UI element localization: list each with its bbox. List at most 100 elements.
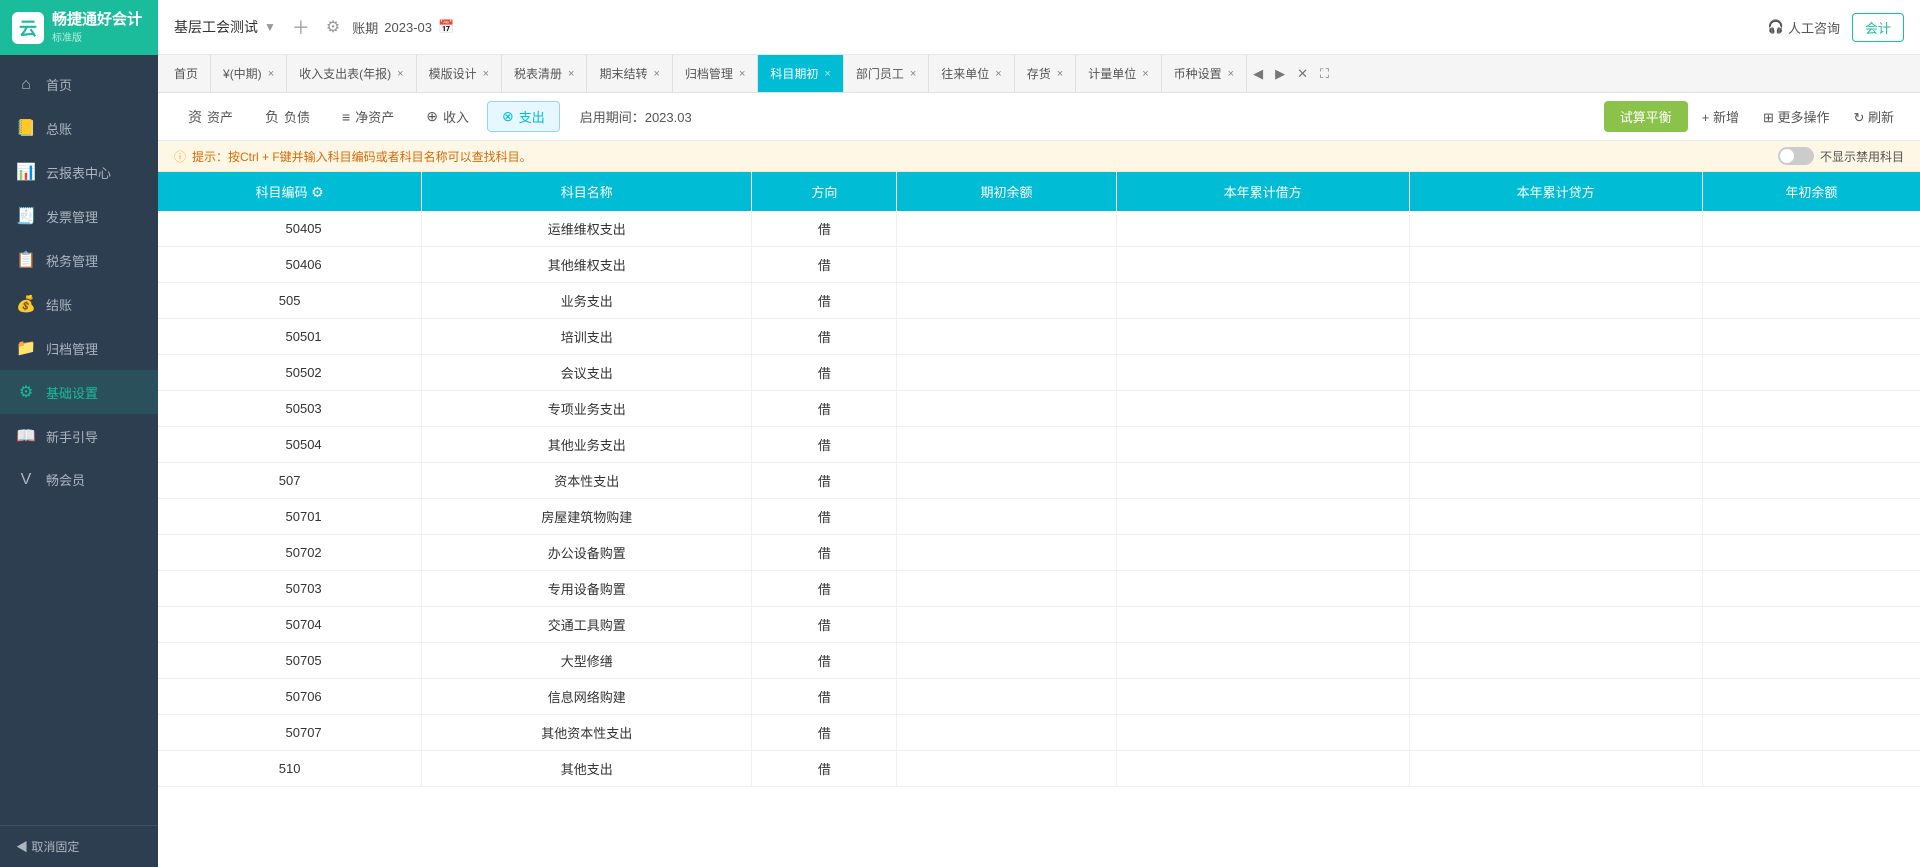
sidebar-item-archive[interactable]: 📁 归档管理: [0, 326, 158, 370]
calendar-icon[interactable]: 📅: [438, 19, 454, 35]
table-row: 50705大型修缮借: [158, 643, 1920, 679]
tab-close-currency[interactable]: ×: [1228, 68, 1234, 80]
tab-measure[interactable]: 计量单位×: [1076, 55, 1161, 93]
cell-num-3-7: [1702, 463, 1920, 499]
col-settings-icon[interactable]: ⚙: [311, 184, 324, 200]
col-header-1: 科目名称: [422, 172, 752, 211]
sidebar-item-member[interactable]: V 畅会员: [0, 458, 158, 501]
cell-num-0-13: [897, 679, 1116, 715]
cell-num-1-0: [1116, 211, 1409, 247]
sidebar-item-guide[interactable]: 📖 新手引导: [0, 414, 158, 458]
cell-num-1-1: [1116, 247, 1409, 283]
hint-bar: ⓘ 提示：按Ctrl + F键并输入科目编码或者科目名称可以查找科目。 不显示禁…: [158, 141, 1920, 172]
cell-num-0-8: [897, 499, 1116, 535]
add-tab-button[interactable]: ＋: [288, 14, 314, 40]
project-dropdown-icon[interactable]: ▼: [264, 20, 276, 34]
tab-close-measure[interactable]: ×: [1142, 68, 1148, 80]
sidebar-item-home[interactable]: ⌂ 首页: [0, 63, 158, 106]
tab-close-template[interactable]: ×: [483, 68, 489, 80]
cell-name-1: 其他维权支出: [422, 247, 752, 283]
tab-close-income[interactable]: ×: [397, 68, 403, 80]
tabs-close-all[interactable]: ✕: [1291, 55, 1314, 93]
cell-dir-13: 借: [752, 679, 897, 715]
tab-close-inventory[interactable]: ×: [1057, 68, 1063, 80]
filter-tab-asset[interactable]: 资资产: [174, 102, 247, 132]
tab-archive[interactable]: 归档管理×: [673, 55, 758, 93]
disable-toggle[interactable]: 不显示禁用科目: [1778, 147, 1904, 165]
tab-department[interactable]: 部门员工×: [844, 55, 929, 93]
sidebar-item-reports[interactable]: 📊 云报表中心: [0, 150, 158, 194]
support-button[interactable]: 🎧 人工咨询: [1768, 18, 1840, 37]
tab-close-taxclear[interactable]: ×: [568, 68, 574, 80]
cell-num-1-6: [1116, 427, 1409, 463]
refresh-button[interactable]: ↻ 刷新: [1843, 101, 1904, 132]
cell-dir-12: 借: [752, 643, 897, 679]
tab-template[interactable]: 模版设计×: [417, 55, 502, 93]
filter-label-expenditure: 支出: [519, 107, 545, 126]
toolbar: 资资产负负债≡净资产⊕收入⊗支出启用期间：2023.03 试算平衡 + 新增 ⊞…: [158, 93, 1920, 141]
more-button[interactable]: ⊞ 更多操作: [1753, 101, 1840, 132]
sidebar-item-settlement[interactable]: 💰 结账: [0, 282, 158, 326]
tabs-scroll-left[interactable]: ◀: [1247, 55, 1269, 93]
tabs-bar: 首页¥(中期)×收入支出表(年报)×模版设计×税表清册×期末结转×归档管理×科目…: [158, 55, 1920, 93]
cell-num-2-4: [1409, 355, 1702, 391]
tab-home[interactable]: 首页: [162, 55, 211, 93]
cell-num-2-2: [1409, 283, 1702, 319]
settings-icon[interactable]: ⚙: [326, 17, 340, 37]
tab-close-period[interactable]: ×: [268, 68, 274, 80]
tab-close-counterpart[interactable]: ×: [995, 68, 1001, 80]
cell-dir-3: 借: [752, 319, 897, 355]
logo-icon: 云: [12, 12, 44, 44]
cell-num-3-14: [1702, 715, 1920, 751]
tab-close-archive[interactable]: ×: [739, 68, 745, 80]
table-row: 50502会议支出借: [158, 355, 1920, 391]
cell-name-5: 专项业务支出: [422, 391, 752, 427]
cell-num-3-11: [1702, 607, 1920, 643]
cell-code-2: 505: [158, 283, 422, 319]
toggle-knob: [1780, 149, 1794, 163]
cell-dir-7: 借: [752, 463, 897, 499]
col-header-5: 本年累计贷方: [1409, 172, 1702, 211]
header: 基层工会测试 ▼ ＋ ⚙ 账期 2023-03 📅 🎧 人工咨询 会计: [158, 0, 1920, 55]
cell-num-1-3: [1116, 319, 1409, 355]
tab-income[interactable]: 收入支出表(年报)×: [287, 55, 416, 93]
filter-tab-expenditure[interactable]: ⊗支出: [487, 101, 560, 132]
cell-num-0-14: [897, 715, 1116, 751]
cell-name-14: 其他资本性支出: [422, 715, 752, 751]
filter-tab-liability[interactable]: 负负债: [251, 102, 324, 132]
sidebar-footer-toggle[interactable]: ◀ 取消固定: [0, 825, 158, 867]
tabs-expand[interactable]: ⛶: [1314, 55, 1335, 93]
cell-dir-0: 借: [752, 211, 897, 247]
cell-code-3: 50501: [158, 319, 422, 355]
cell-name-6: 其他业务支出: [422, 427, 752, 463]
tabs-scroll-right[interactable]: ▶: [1269, 55, 1291, 93]
tab-subject_init[interactable]: 科目期初×: [758, 55, 843, 93]
cell-name-0: 运维维权支出: [422, 211, 752, 247]
sidebar-item-tax[interactable]: 📋 税务管理: [0, 238, 158, 282]
account-button[interactable]: 会计: [1852, 13, 1904, 42]
filter-tab-income2[interactable]: ⊕收入: [412, 102, 483, 131]
info-icon: ⓘ: [174, 148, 186, 165]
balance-button[interactable]: 试算平衡: [1604, 101, 1688, 132]
cell-name-12: 大型修缮: [422, 643, 752, 679]
add-button[interactable]: + 新增: [1692, 101, 1749, 132]
col-header-6: 年初余额: [1702, 172, 1920, 211]
sidebar-label-home: 首页: [46, 75, 72, 94]
tab-currency[interactable]: 币种设置×: [1162, 55, 1247, 93]
sidebar-item-settings[interactable]: ⚙ 基础设置: [0, 370, 158, 414]
sidebar-item-ledger[interactable]: 📒 总账: [0, 106, 158, 150]
filter-tab-net_asset[interactable]: ≡净资产: [328, 102, 408, 131]
tab-counterpart[interactable]: 往来单位×: [929, 55, 1014, 93]
tab-period[interactable]: ¥(中期)×: [211, 55, 287, 93]
sidebar-item-invoice[interactable]: 🧾 发票管理: [0, 194, 158, 238]
tab-taxclear[interactable]: 税表清册×: [502, 55, 587, 93]
tab-close-department[interactable]: ×: [910, 68, 916, 80]
sidebar-label-reports: 云报表中心: [46, 163, 111, 182]
toggle-switch[interactable]: [1778, 147, 1814, 165]
tab-period_end[interactable]: 期末结转×: [587, 55, 672, 93]
tab-inventory[interactable]: 存货×: [1015, 55, 1076, 93]
sidebar-label-settings: 基础设置: [46, 383, 98, 402]
tab-close-subject_init[interactable]: ×: [824, 68, 830, 80]
tab-close-period_end[interactable]: ×: [653, 68, 659, 80]
table-row: 50503专项业务支出借: [158, 391, 1920, 427]
